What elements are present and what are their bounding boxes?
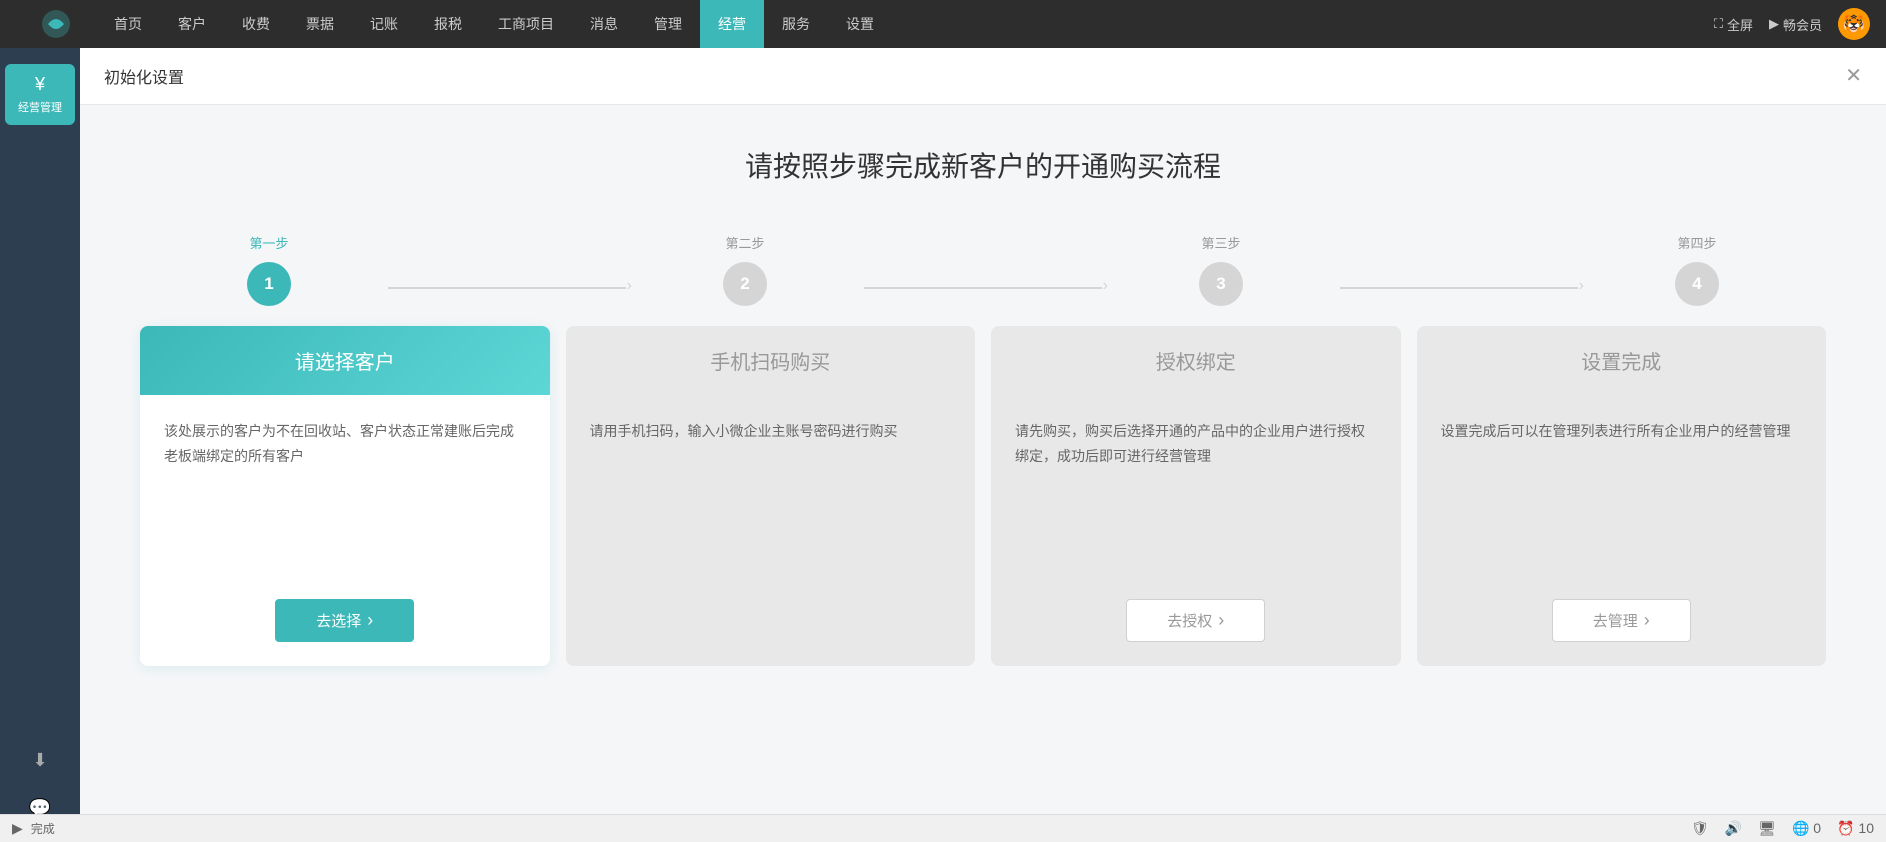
main-content: 请按照步骤完成新客户的开通购买流程 第一步 1 › 第二步 2	[80, 105, 1886, 706]
nav-right: ⛶ 全屏 ▶ 畅会员 🐯	[1714, 8, 1870, 40]
card4-footer: 去管理 ›	[1417, 583, 1827, 666]
step-card-2: 手机扫码购买 请用手机扫码，输入小微企业主账号密码进行购买	[566, 326, 976, 666]
go-select-button[interactable]: 去选择 ›	[275, 599, 414, 642]
content-area: 初始化设置 ✕ 请按照步骤完成新客户的开通购买流程 第一步 1 › 第二步	[80, 48, 1886, 842]
go-manage-button[interactable]: 去管理 ›	[1552, 599, 1691, 642]
step-card-4: 设置完成 设置完成后可以在管理列表进行所有企业用户的经营管理 去管理 ›	[1417, 326, 1827, 666]
timeline: 第一步 1 › 第二步 2 › 第三步 3	[140, 233, 1826, 306]
go-manage-arrow: ›	[1644, 610, 1650, 631]
nav-item-msg[interactable]: 消息	[572, 0, 636, 48]
step3-circle: 3	[1199, 262, 1243, 306]
play-icon[interactable]: ▶	[12, 820, 23, 837]
nav-item-service[interactable]: 服务	[764, 0, 828, 48]
network-status-icon: 🌐 0	[1792, 820, 1821, 837]
go-authorize-label: 去授权	[1167, 610, 1212, 631]
page-title: 初始化设置	[104, 64, 184, 88]
nav-item-biz[interactable]: 工商项目	[480, 0, 572, 48]
nav-item-client[interactable]: 客户	[160, 0, 224, 48]
vip-icon: ▶	[1769, 16, 1779, 32]
nav-items: 首页 客户 收费 票据 记账 报税 工商项目 消息 管理 经营 服务 设置	[96, 0, 1714, 48]
card3-body: 请先购买，购买后选择开通的产品中的企业用户进行授权绑定，成功后即可进行经营管理	[991, 395, 1401, 583]
arrow-1-2: ›	[627, 277, 632, 295]
nav-item-fee[interactable]: 收费	[224, 0, 288, 48]
card2-header: 手机扫码购买	[566, 326, 976, 395]
card1-header: 请选择客户	[140, 326, 550, 395]
status-bar: ▶ 完成 🛡 🔊 🖥 🌐 0 ⏰ 10	[0, 814, 1886, 842]
nav-item-home[interactable]: 首页	[96, 0, 160, 48]
sidebar: ¥ 经营管理 ⬇ 💬	[0, 48, 80, 842]
arrow-2-3: ›	[1103, 277, 1108, 295]
nav-item-account[interactable]: 记账	[352, 0, 416, 48]
screen-status-icon[interactable]: 🖥	[1758, 820, 1776, 837]
vip-btn[interactable]: ▶ 畅会员	[1769, 15, 1822, 34]
card3-header: 授权绑定	[991, 326, 1401, 395]
arrow-3-4: ›	[1579, 277, 1584, 295]
nav-item-mgmt[interactable]: 管理	[636, 0, 700, 48]
time-status-icon: ⏰ 10	[1837, 820, 1874, 837]
timeline-step-4: 第四步 4	[1578, 233, 1816, 306]
fullscreen-btn[interactable]: ⛶ 全屏	[1714, 15, 1753, 34]
step1-circle: 1	[247, 262, 291, 306]
timeline-step-1: 第一步 1	[150, 233, 388, 306]
big-title: 请按照步骤完成新客户的开通购买流程	[140, 145, 1826, 185]
step2-label: 第二步	[725, 233, 764, 252]
step4-circle: 4	[1675, 262, 1719, 306]
nav-item-tax[interactable]: 报税	[416, 0, 480, 48]
nav-item-ops[interactable]: 经营	[700, 0, 764, 48]
card4-body: 设置完成后可以在管理列表进行所有企业用户的经营管理	[1417, 395, 1827, 583]
card2-body: 请用手机扫码，输入小微企业主账号密码进行购买	[566, 395, 976, 626]
step-card-3: 授权绑定 请先购买，购买后选择开通的产品中的企业用户进行授权绑定，成功后即可进行…	[991, 326, 1401, 666]
nav-item-invoice[interactable]: 票据	[288, 0, 352, 48]
top-nav: 首页 客户 收费 票据 记账 报税 工商项目 消息 管理 经营 服务 设置 ⛶ …	[0, 0, 1886, 48]
go-authorize-button[interactable]: 去授权 ›	[1126, 599, 1265, 642]
step1-label: 第一步	[249, 233, 288, 252]
download-icon[interactable]: ⬇	[22, 742, 58, 778]
yuan-icon: ¥	[35, 74, 45, 95]
card1-body: 该处展示的客户为不在回收站、客户状态正常建账后完成老板端绑定的所有客户	[140, 395, 550, 583]
card1-footer: 去选择 ›	[140, 583, 550, 666]
connector-1-2: ›	[388, 287, 626, 289]
card4-header: 设置完成	[1417, 326, 1827, 395]
go-select-label: 去选择	[316, 610, 361, 631]
card3-footer: 去授权 ›	[991, 583, 1401, 666]
avatar[interactable]: 🐯	[1838, 8, 1870, 40]
main-layout: ¥ 经营管理 ⬇ 💬 初始化设置 ✕ 请按照步骤完成新客户的开通购买流程 第一步…	[0, 48, 1886, 842]
connector-3-4: ›	[1340, 287, 1578, 289]
step4-label: 第四步	[1677, 233, 1716, 252]
timeline-step-2: 第二步 2	[626, 233, 864, 306]
step-card-1: 请选择客户 该处展示的客户为不在回收站、客户状态正常建账后完成老板端绑定的所有客…	[140, 326, 550, 666]
step2-circle: 2	[723, 262, 767, 306]
status-bar-right: 🛡 🔊 🖥 🌐 0 ⏰ 10	[1691, 820, 1874, 837]
volume-status-icon[interactable]: 🔊	[1725, 820, 1742, 837]
close-button[interactable]: ✕	[1845, 66, 1862, 86]
cards-row: 请选择客户 该处展示的客户为不在回收站、客户状态正常建账后完成老板端绑定的所有客…	[140, 326, 1826, 666]
go-manage-label: 去管理	[1593, 610, 1638, 631]
timeline-step-3: 第三步 3	[1102, 233, 1340, 306]
step3-label: 第三步	[1201, 233, 1240, 252]
shield-status-icon[interactable]: 🛡	[1691, 820, 1709, 837]
connector-2-3: ›	[864, 287, 1102, 289]
sidebar-item-ops-mgmt[interactable]: ¥ 经营管理	[5, 64, 75, 125]
card2-footer	[566, 626, 976, 666]
go-select-arrow: ›	[367, 610, 373, 631]
fullscreen-icon: ⛶	[1714, 16, 1723, 32]
page-header: 初始化设置 ✕	[80, 48, 1886, 105]
nav-logo	[16, 8, 96, 40]
status-text: 完成	[31, 820, 55, 837]
nav-item-settings[interactable]: 设置	[828, 0, 892, 48]
go-authorize-arrow: ›	[1218, 610, 1224, 631]
